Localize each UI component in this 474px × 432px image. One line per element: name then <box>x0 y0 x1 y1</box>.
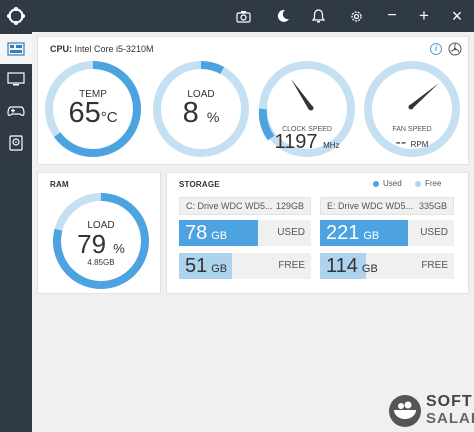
drive-c-name: C: Drive WDC WD5... <box>186 201 273 211</box>
maximize-button[interactable]: + <box>409 0 439 32</box>
legend-used: Used <box>373 179 402 188</box>
ram-unit: % <box>113 241 125 256</box>
sidebar-item-monitor[interactable] <box>0 64 32 94</box>
drive-c-free-label: FREE <box>278 260 305 271</box>
legend-used-label: Used <box>383 179 402 188</box>
storage-icon <box>9 135 23 151</box>
sidebar-item-storage[interactable] <box>0 128 32 158</box>
load-value-line: 8 % <box>151 97 251 130</box>
drive-e-free-number: 114 <box>326 255 358 277</box>
ram-panel: RAM LOAD 79 % 4.85GB <box>37 172 161 294</box>
drive-c-free-value: 51 GB <box>185 255 227 278</box>
load-value: 8 <box>182 97 199 129</box>
drive-c-free-row: 51 GB FREE <box>179 253 311 279</box>
drive-e-used-number: 221 <box>326 222 360 244</box>
drive-e-size: 335GB <box>418 201 447 211</box>
clock-value: 1197 <box>274 131 318 153</box>
drive-e-free-unit: GB <box>361 263 378 275</box>
fan-settings-icon[interactable] <box>448 42 462 56</box>
ram-value-line: 79 % <box>51 229 151 260</box>
drive-c-used-number: 78 <box>185 222 208 244</box>
clock-unit: MHz <box>323 141 340 150</box>
temp-value-line: 65°C <box>43 97 143 130</box>
drive-c-free-number: 51 <box>185 255 208 277</box>
drive-e-used-value: 221 GB <box>326 222 379 245</box>
load-unit: % <box>206 109 220 125</box>
legend-used-dot <box>373 180 379 187</box>
drive-e-name: E: Drive WDC WD5... <box>327 201 414 211</box>
clock-needle <box>291 79 313 110</box>
legend-free-label: Free <box>425 179 442 188</box>
ram-amount: 4.85GB <box>87 258 115 267</box>
drive-c-header: C: Drive WDC WD5... 129GB <box>179 197 311 215</box>
cpu-name: Intel Core i5-3210M <box>74 44 154 54</box>
camera-icon[interactable] <box>228 0 258 32</box>
cpu-panel: CPU: Intel Core i5-3210M i TEMP 65°C LOA… <box>37 36 469 165</box>
drive-c-size: 129GB <box>275 201 304 211</box>
monitor-icon <box>7 72 25 86</box>
salad-bowl-icon <box>389 395 421 427</box>
close-button[interactable]: × <box>442 0 472 32</box>
drive-c-used-value: 78 GB <box>185 222 227 245</box>
watermark-line1: SOFT <box>426 393 473 410</box>
gear-icon[interactable] <box>341 0 371 32</box>
drive-e-free-row: 114 GB FREE <box>320 253 454 279</box>
temp-value: 65 <box>68 97 101 129</box>
cpu-title: CPU: Intel Core i5-3210M <box>50 44 154 54</box>
drive-e-used-label: USED <box>420 227 448 238</box>
fan-needle <box>410 83 439 108</box>
sidebar <box>0 32 32 432</box>
minimize-button[interactable]: − <box>377 0 407 32</box>
drive-e-free-value: 114 GB <box>326 255 378 278</box>
drive-c-used-unit: GB <box>211 230 228 242</box>
gamepad-icon <box>7 106 25 116</box>
sidebar-item-games[interactable] <box>0 96 32 126</box>
ram-value: 79 <box>77 229 107 259</box>
drive-e-free-label: FREE <box>421 260 448 271</box>
moon-icon[interactable] <box>268 0 298 32</box>
info-icon[interactable]: i <box>430 43 442 55</box>
fan-unit: RPM <box>410 140 429 149</box>
bell-icon[interactable] <box>303 0 333 32</box>
drive-c-used-row: 78 GB USED <box>179 220 311 246</box>
drive-e-header: E: Drive WDC WD5... 335GB <box>320 197 454 215</box>
legend-free-dot <box>415 180 421 187</box>
watermark-line2: SALAD <box>426 410 474 427</box>
clock-value-line: 1197 MHz <box>257 131 357 154</box>
drive-e-used-unit: GB <box>363 230 380 242</box>
storage-title: STORAGE <box>179 180 220 189</box>
softsalad-watermark: SOFT SALAD <box>388 390 474 430</box>
drive-e-used-row: 221 GB USED <box>320 220 454 246</box>
title-bar: − + × <box>0 0 474 32</box>
legend-free: Free <box>415 179 441 188</box>
temp-unit: °C <box>100 109 118 126</box>
cpu-label: CPU: <box>50 44 72 54</box>
drive-c-used-label: USED <box>277 227 305 238</box>
storage-panel: STORAGE Used Free C: Drive WDC WD5... 129… <box>166 172 469 294</box>
dashboard-icon <box>7 42 25 56</box>
fan-value: -- <box>395 134 407 151</box>
ram-title: RAM <box>50 180 69 189</box>
fan-label: FAN SPEED <box>392 126 432 133</box>
fan-value-line: -- RPM <box>362 134 462 152</box>
drive-c-free-unit: GB <box>211 263 228 275</box>
app-logo-icon <box>0 0 32 32</box>
sidebar-item-dashboard[interactable] <box>0 34 32 64</box>
